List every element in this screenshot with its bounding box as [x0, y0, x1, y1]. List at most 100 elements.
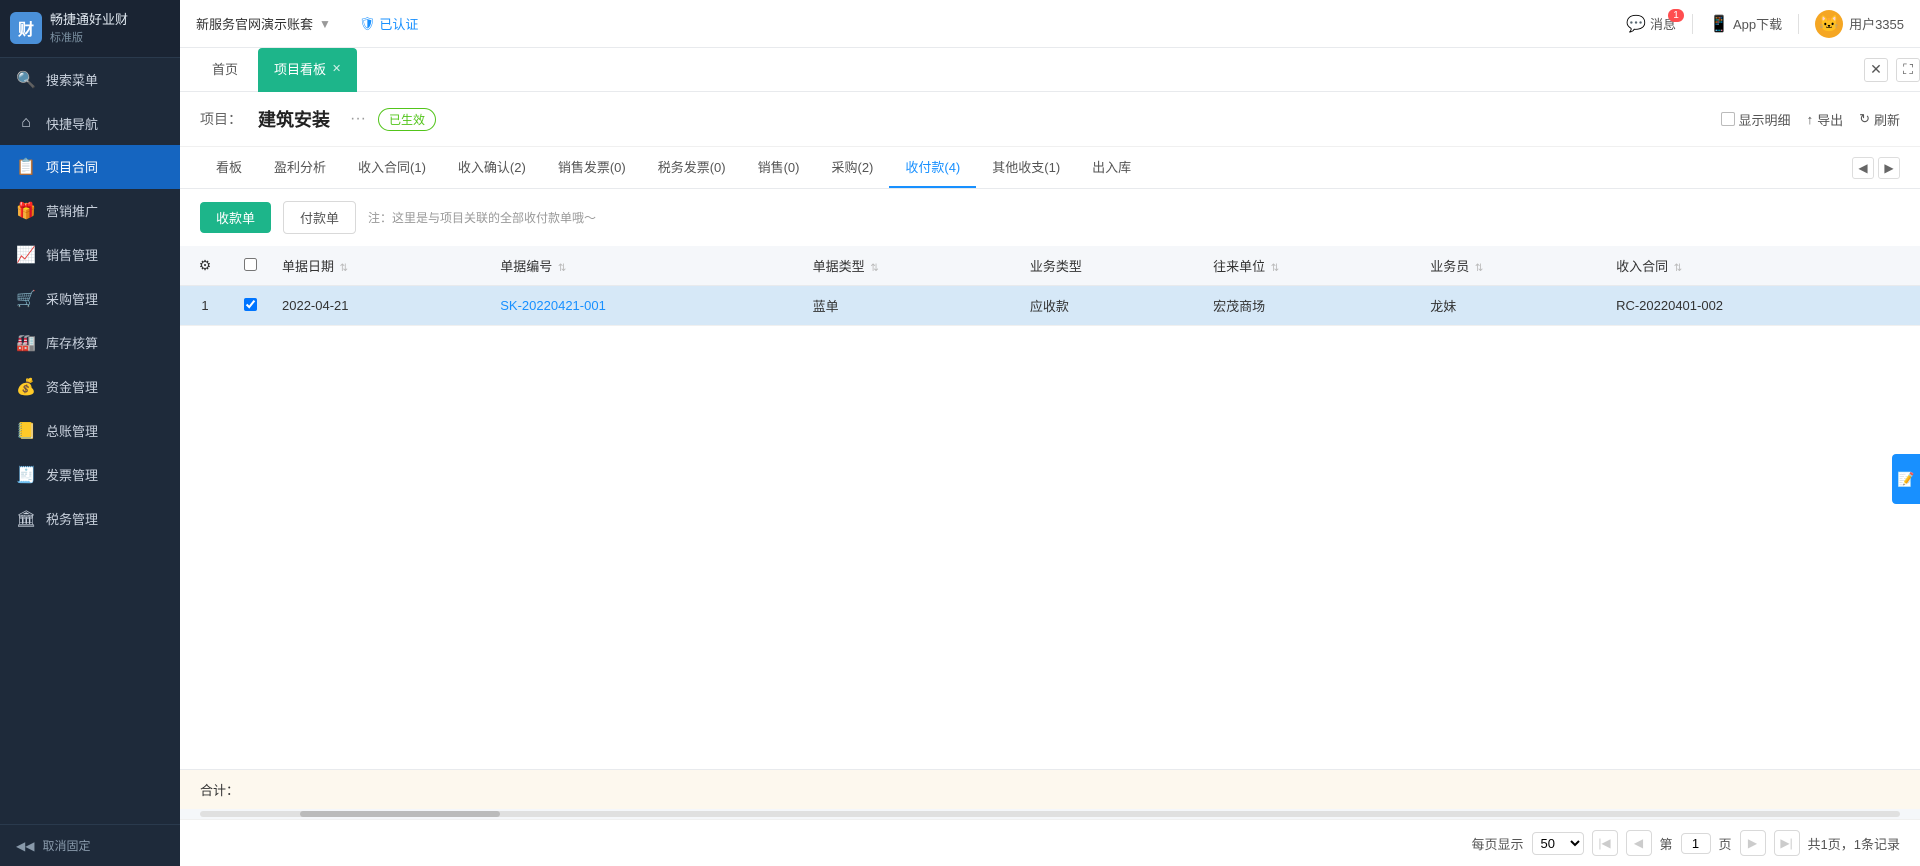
main-area: 新服务官网演示账套 ▼ 🛡 已认证 💬 消息 1 📱 App下载 🐱 用 [180, 0, 1920, 866]
sidebar-item-label: 库存核算 [46, 333, 98, 352]
sidebar-item-label: 营销推广 [46, 201, 98, 220]
col-biz-type-label: 业务类型 [1030, 259, 1082, 274]
account-name: 新服务官网演示账套 [196, 14, 313, 33]
sub-tabs-next-button[interactable]: ▶ [1878, 157, 1900, 179]
sub-tab-purchase[interactable]: 采购(2) [815, 147, 889, 188]
table-footer: 合计： [180, 769, 1920, 809]
sidebar-item-marketing[interactable]: 🎁 营销推广 [0, 189, 180, 233]
topbar-right: 💬 消息 1 📱 App下载 🐱 用户3355 [1626, 10, 1904, 38]
page-label: 第 [1660, 834, 1673, 853]
next-page-button[interactable]: ▶ [1740, 830, 1766, 856]
export-button[interactable]: ↑ 导出 [1807, 110, 1844, 129]
sidebar-item-inventory[interactable]: 🏭 库存核算 [0, 321, 180, 365]
topbar-left: 新服务官网演示账套 ▼ 🛡 已认证 [196, 14, 1614, 33]
right-panel-toggle[interactable]: 📝 [1892, 454, 1920, 504]
sidebar-item-tax[interactable]: 🏛 税务管理 [0, 497, 180, 541]
message-badge: 1 [1668, 9, 1684, 22]
project-header: 项目： 建筑安装 ··· 已生效 显示明细 ↑ 导出 ↻ 刷新 [180, 92, 1920, 147]
sidebar-item-label: 项目合同 [46, 157, 98, 176]
sub-tab-income-confirm[interactable]: 收入确认(2) [442, 147, 542, 188]
ledger-icon: 📒 [16, 421, 36, 441]
sidebar-item-sales[interactable]: 📈 销售管理 [0, 233, 180, 277]
sidebar-item-label: 搜索菜单 [46, 70, 98, 89]
sidebar-item-ledger[interactable]: 📒 总账管理 [0, 409, 180, 453]
settings-icon[interactable]: ⚙ [199, 257, 212, 273]
sub-tab-income-contract[interactable]: 收入合同(1) [342, 147, 442, 188]
refresh-icon: ↻ [1859, 111, 1870, 127]
sidebar-item-quick[interactable]: ⌂ 快捷导航 [0, 102, 180, 145]
income-contract-sort-icon[interactable]: ⇅ [1674, 263, 1682, 274]
sub-tab-tax-invoice[interactable]: 税务发票(0) [642, 147, 742, 188]
sub-tab-sales-invoice[interactable]: 销售发票(0) [542, 147, 642, 188]
sidebar-item-contract[interactable]: 📋 项目合同 [0, 145, 180, 189]
tab-close-icon[interactable]: ✕ [332, 62, 341, 75]
app-download-button[interactable]: 📱 App下载 [1709, 14, 1782, 34]
content-wrapper: 项目： 建筑安装 ··· 已生效 显示明细 ↑ 导出 ↻ 刷新 [180, 92, 1920, 866]
sub-tab-profit[interactable]: 盈利分析 [258, 147, 342, 188]
page-number-input[interactable] [1681, 833, 1711, 854]
type-sort-icon[interactable]: ⇅ [870, 263, 878, 274]
right-panel-icon: 📝 [1897, 471, 1914, 488]
purchase-icon: 🛒 [16, 289, 36, 309]
message-button[interactable]: 💬 消息 1 [1626, 14, 1676, 34]
scrollbar-thumb[interactable] [300, 811, 500, 817]
last-page-button[interactable]: ▶| [1774, 830, 1800, 856]
sub-tab-receipt[interactable]: 收付款(4) [889, 147, 976, 188]
sidebar-item-funds[interactable]: 💰 资金管理 [0, 365, 180, 409]
sub-tab-sales[interactable]: 销售(0) [742, 147, 816, 188]
sub-tab-tax-invoice-label: 税务发票(0) [658, 160, 726, 175]
show-detail-checkbox[interactable] [1721, 112, 1735, 126]
select-all-checkbox[interactable] [244, 258, 257, 271]
sub-tab-inventory[interactable]: 出入库 [1076, 147, 1147, 188]
horizontal-scrollbar[interactable] [180, 809, 1920, 819]
row-code-link[interactable]: SK-20220421-001 [500, 298, 606, 313]
table-row[interactable]: 1 2022-04-21 SK-20220421-001 蓝单 应收款 宏茂商场 [180, 286, 1920, 326]
col-type-label: 单据类型 [813, 259, 865, 274]
user-menu[interactable]: 🐱 用户3355 [1815, 10, 1904, 38]
salesperson-sort-icon[interactable]: ⇅ [1475, 263, 1483, 274]
topbar: 新服务官网演示账套 ▼ 🛡 已认证 💬 消息 1 📱 App下载 🐱 用 [180, 0, 1920, 48]
prev-page-button[interactable]: ◀ [1626, 830, 1652, 856]
sub-tabs: 看板 盈利分析 收入合同(1) 收入确认(2) 销售发票(0) 税务发票(0) [180, 147, 1920, 189]
payment-tab-button[interactable]: 付款单 [283, 201, 356, 234]
row-biz-type: 应收款 [1018, 286, 1201, 326]
unpin-label: 取消固定 [42, 837, 90, 854]
expand-window-button[interactable]: ⛶ [1896, 58, 1920, 82]
close-window-button[interactable]: ✕ [1864, 58, 1888, 82]
sidebar-item-label: 销售管理 [46, 245, 98, 264]
tab-project-board[interactable]: 项目看板 ✕ [258, 48, 357, 92]
sub-tab-income-confirm-label: 收入确认(2) [458, 160, 526, 175]
app-version: 标准版 [50, 29, 128, 45]
project-more-icon[interactable]: ··· [350, 110, 366, 128]
sidebar-item-label: 采购管理 [46, 289, 98, 308]
sidebar-item-search[interactable]: 🔍 搜索菜单 [0, 58, 180, 102]
row-check[interactable] [230, 286, 270, 326]
partner-sort-icon[interactable]: ⇅ [1271, 263, 1279, 274]
show-detail-action[interactable]: 显示明细 [1721, 110, 1791, 129]
col-income-contract-header: 收入合同 ⇅ [1604, 246, 1920, 286]
col-code-header: 单据编号 ⇅ [488, 246, 800, 286]
col-biz-type-header: 业务类型 [1018, 246, 1201, 286]
sidebar-item-purchase[interactable]: 🛒 采购管理 [0, 277, 180, 321]
total-label: 合计： [200, 780, 239, 799]
sidebar-unpin-button[interactable]: ◀◀ 取消固定 [0, 824, 180, 866]
code-sort-icon[interactable]: ⇅ [558, 263, 566, 274]
sub-tab-board[interactable]: 看板 [200, 147, 258, 188]
tab-home[interactable]: 首页 [196, 48, 254, 92]
per-page-select[interactable]: 50 100 200 [1532, 832, 1584, 855]
search-icon: 🔍 [16, 70, 36, 90]
row-checkbox[interactable] [244, 298, 257, 311]
tabs-bar: 首页 项目看板 ✕ ✕ ⛶ [180, 48, 1920, 92]
account-selector[interactable]: 新服务官网演示账套 ▼ [196, 14, 331, 33]
sub-tab-income-contract-label: 收入合同(1) [358, 160, 426, 175]
sidebar-header: 财 畅捷通好业财 标准版 [0, 0, 180, 58]
sidebar-item-invoice[interactable]: 🧾 发票管理 [0, 453, 180, 497]
sub-tab-profit-label: 盈利分析 [274, 160, 326, 175]
refresh-button[interactable]: ↻ 刷新 [1859, 110, 1900, 129]
project-name: 建筑安装 [258, 106, 330, 132]
first-page-button[interactable]: |◀ [1592, 830, 1618, 856]
receipt-tab-button[interactable]: 收款单 [200, 202, 271, 233]
date-sort-icon[interactable]: ⇅ [340, 263, 348, 274]
sub-tab-other-income[interactable]: 其他收支(1) [976, 147, 1076, 188]
sub-tabs-prev-button[interactable]: ◀ [1852, 157, 1874, 179]
